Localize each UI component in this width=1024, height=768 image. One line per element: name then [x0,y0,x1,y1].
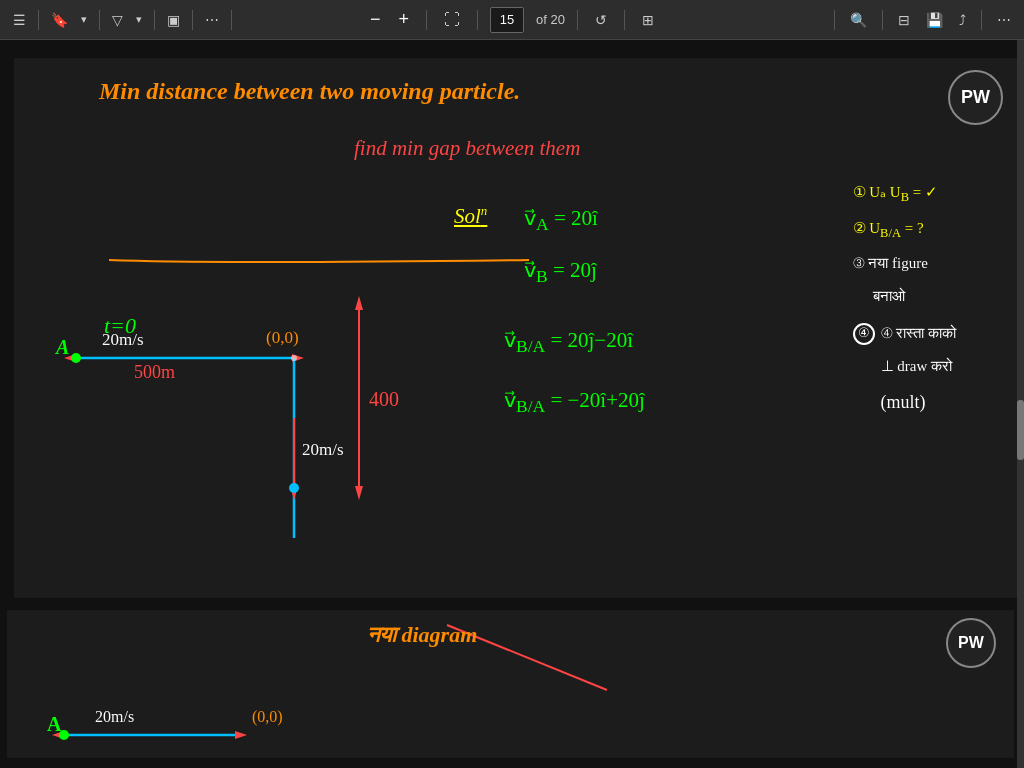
plus-icon[interactable]: + [394,6,415,33]
rotate-icon[interactable]: ↺ [590,9,612,31]
find-text: find min gap between them [354,136,580,161]
minus-icon[interactable]: − [365,6,386,33]
note3: ③ नया figure बनाओ [853,247,957,313]
separator1 [38,10,39,30]
eq4: v⃗B/A = −20î+20ĵ [504,388,645,417]
eq3: v⃗B/A = 20ĵ−20î [504,328,633,357]
filter-icon[interactable]: ▽ [107,9,128,31]
right-notes: ① Uₐ UB = ✓ ② UB/A = ? ③ नया figure बनाओ… [853,176,957,423]
fit-page-icon[interactable]: ⛶ [439,8,465,32]
slide2-title: नया diagram [367,622,477,648]
separator3 [154,10,155,30]
origin-label: (0,0) [266,328,299,348]
page-total-label: of 20 [536,12,565,27]
view-icon[interactable]: ▣ [162,9,185,31]
svg-marker-15 [235,731,247,739]
note4: ④ ④ रास्ता काको ⊥ draw करो (mult) [853,317,957,423]
slide2-canvas: PW नया diagram A 20m/s (0,0) [7,610,1014,758]
distance-label: 500m [134,362,175,383]
solution-label: Soln [454,203,487,229]
separator8 [577,10,578,30]
slide2-velocity: 20m/s [95,708,134,726]
slide2-point-a: A [47,713,61,736]
slide1: PW Min distance between two moving parti… [14,58,1021,606]
more-icon[interactable]: ⋯ [200,9,224,31]
note2: ② UB/A = ? [853,212,957,248]
svg-marker-2 [292,354,304,362]
search-icon[interactable]: 🔍 [845,9,872,31]
slide1-canvas: PW Min distance between two moving parti… [14,58,1021,606]
separator12 [981,10,982,30]
more2-icon[interactable]: ⋯ [992,9,1016,31]
note1: ① Uₐ UB = ✓ [853,176,957,212]
page-number-input[interactable] [490,7,524,33]
layout-icon[interactable]: ⊞ [637,9,659,31]
separator4 [192,10,193,30]
t-zero-label: t=0 [104,313,136,339]
bookmark-icon[interactable]: 🔖 [46,9,73,31]
separator2 [99,10,100,30]
menu-icon[interactable]: ☰ [8,9,31,31]
separator5 [231,10,232,30]
svg-marker-6 [355,486,363,500]
slide2: PW नया diagram A 20m/s (0,0) [7,610,1014,758]
separator10 [834,10,835,30]
separator11 [882,10,883,30]
separator9 [624,10,625,30]
slide-title: Min distance between two moving particle… [99,78,520,105]
slide-gap [0,598,1024,610]
svg-marker-5 [355,296,363,310]
scrollbar-thumb[interactable] [1017,400,1024,460]
main-content: PW Min distance between two moving parti… [0,40,1024,768]
thumbnail-icon[interactable]: ⊟ [893,9,915,31]
eq2: v⃗B = 20ĵ [524,258,597,287]
svg-point-9 [71,353,81,363]
slide2-drawing [7,610,1014,758]
velocity-b-label: 20m/s [302,440,344,460]
chevron-down2-icon[interactable]: ▾ [131,10,147,29]
chevron-down-icon[interactable]: ▾ [76,10,92,29]
pw-logo: PW [948,70,1003,125]
separator7 [477,10,478,30]
height-label: 400 [369,388,399,411]
eq1: v⃗A = 20î [524,206,598,235]
pw-logo-slide2: PW [946,618,996,668]
svg-marker-8 [290,486,298,500]
separator6 [426,10,427,30]
svg-point-10 [289,483,299,493]
scrollbar[interactable] [1017,40,1024,768]
save-icon[interactable]: 💾 [921,9,948,31]
share-icon[interactable]: ⤴ [954,9,971,31]
point-a-label: A [56,336,69,359]
slide2-origin: (0,0) [252,708,283,726]
toolbar: ☰ 🔖 ▾ ▽ ▾ ▣ ⋯ − + ⛶ of 20 ↺ ⊞ 🔍 ⊟ 💾 ⤴ ⋯ [0,0,1024,40]
svg-point-11 [291,355,297,361]
